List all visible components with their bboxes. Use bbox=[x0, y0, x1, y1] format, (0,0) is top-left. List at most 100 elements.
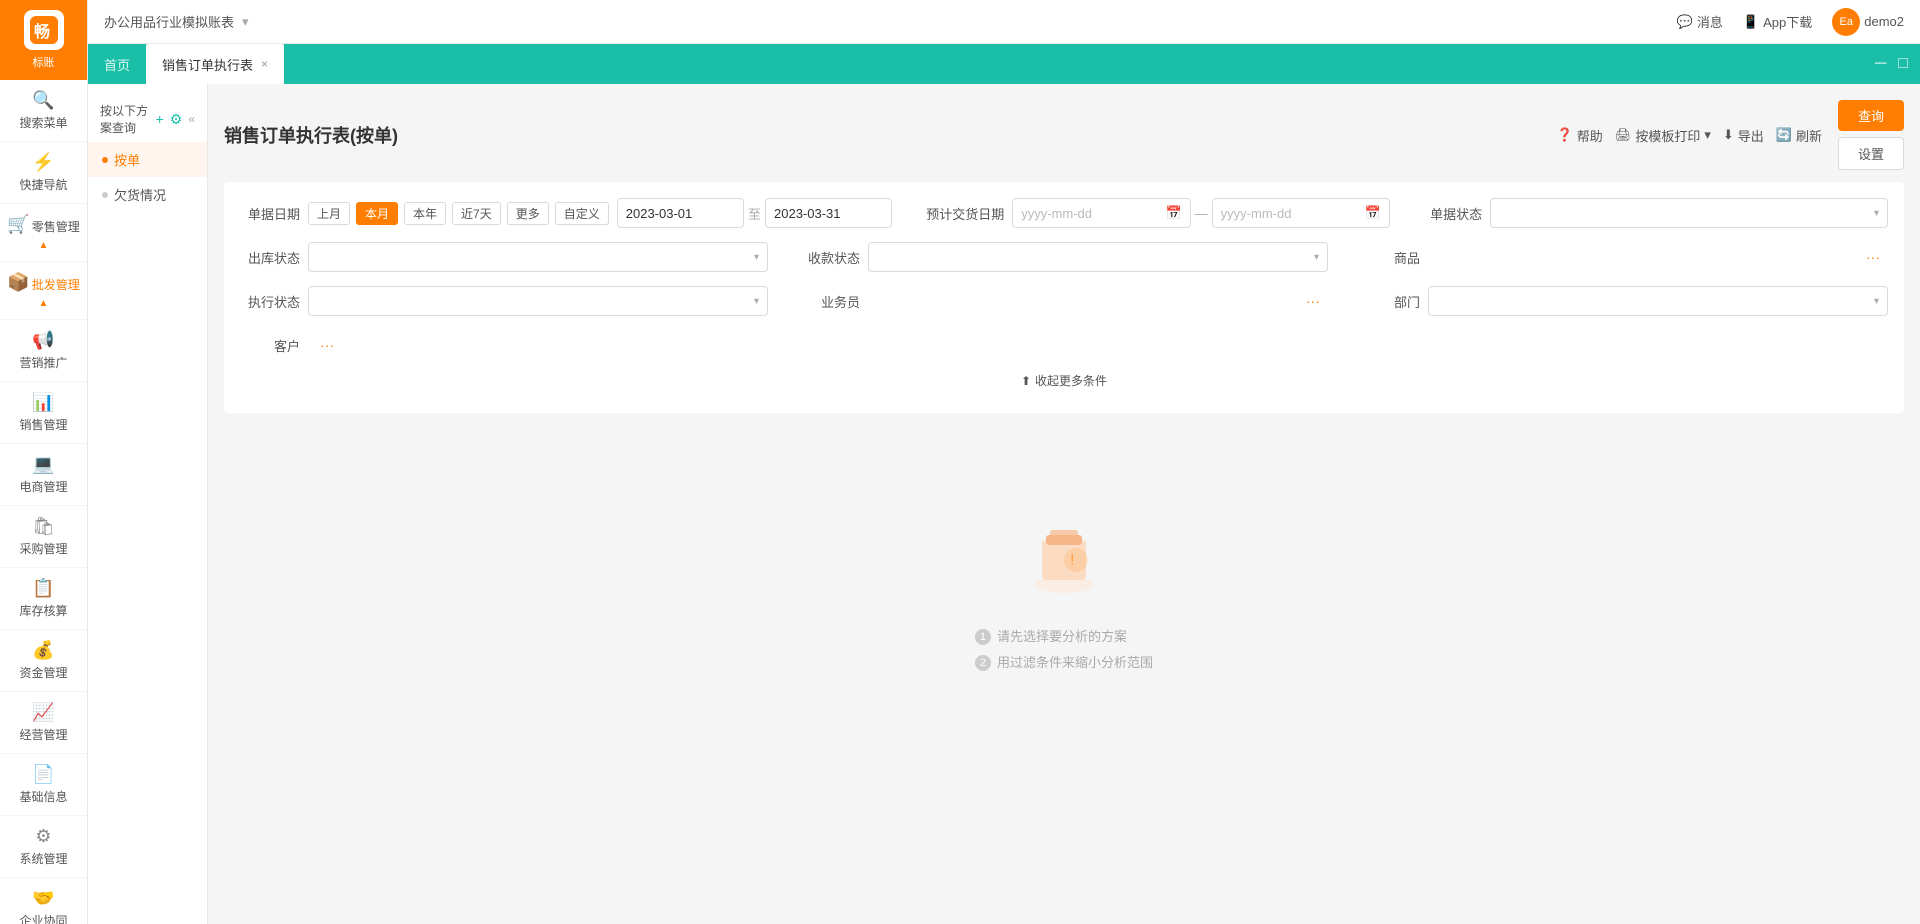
export-label: 导出 bbox=[1738, 126, 1764, 145]
sidebar-item-marketing[interactable]: 📢 营销推广 bbox=[0, 320, 87, 382]
tab-sales-order[interactable]: 销售订单执行表 × bbox=[146, 44, 284, 84]
help-icon: ❓ bbox=[1557, 127, 1573, 143]
sidebar-item-system[interactable]: ⚙ 系统管理 bbox=[0, 816, 87, 878]
sales-icon: 📊 bbox=[32, 392, 54, 413]
filter-expected-date-item: 预计交货日期 yyyy-mm-dd 📅 — yyyy-mm-dd 📅 bbox=[924, 198, 1390, 228]
refresh-label: 刷新 bbox=[1796, 126, 1822, 145]
export-btn[interactable]: ⬇ 导出 bbox=[1723, 126, 1764, 145]
purchase-icon: 🛍 bbox=[32, 516, 55, 537]
tab-home[interactable]: 首页 bbox=[88, 44, 146, 84]
user-profile-btn[interactable]: Ea demo2 bbox=[1832, 8, 1904, 36]
refresh-btn[interactable]: 🔄 刷新 bbox=[1776, 126, 1822, 145]
scheme-item-shortage[interactable]: 欠货情况 bbox=[88, 177, 207, 212]
sidebar-item-ecommerce[interactable]: 💻 电商管理 bbox=[0, 444, 87, 506]
exec-status-label: 执行状态 bbox=[240, 292, 300, 311]
query-button[interactable]: 查询 bbox=[1838, 100, 1904, 131]
tab-close-icon[interactable]: × bbox=[261, 57, 268, 71]
message-btn[interactable]: 💬 消息 bbox=[1677, 12, 1723, 31]
settings-button[interactable]: 设置 bbox=[1838, 137, 1904, 170]
tab-bar: 首页 销售订单执行表 × ─ □ bbox=[88, 44, 1920, 84]
sidebar-collapse-btn[interactable]: « bbox=[188, 111, 195, 128]
help-btn[interactable]: ❓ 帮助 bbox=[1557, 126, 1603, 145]
sidebar-item-purchase[interactable]: 🛍 采购管理 bbox=[0, 506, 87, 568]
out-status-select[interactable] bbox=[308, 242, 768, 272]
collab-icon: 🤝 bbox=[32, 888, 54, 909]
order-status-select[interactable] bbox=[1490, 198, 1888, 228]
sidebar-item-quick-nav-label: 快捷导航 bbox=[19, 176, 67, 193]
sidebar-item-inventory-label: 库存核算 bbox=[19, 602, 67, 619]
sidebar-item-search[interactable]: 🔍 搜索菜单 bbox=[0, 80, 87, 142]
date-quick-btns: 上月 本月 本年 近7天 更多 自定义 bbox=[308, 202, 609, 225]
salesman-ellipsis-icon[interactable]: ··· bbox=[1306, 293, 1320, 309]
date-start-input[interactable]: 2023-03-01 bbox=[617, 198, 744, 228]
basic-info-icon: 📄 bbox=[32, 764, 54, 785]
sidebar-item-sales-label: 销售管理 bbox=[19, 416, 67, 433]
sidebar-item-basic-info[interactable]: 📄 基础信息 bbox=[0, 754, 87, 816]
collapse-btn[interactable]: ⬆ 收起更多条件 bbox=[1009, 368, 1119, 393]
sidebar-item-collab[interactable]: 🤝 企业协同 bbox=[0, 878, 87, 924]
order-status-arrow-icon bbox=[1874, 207, 1879, 219]
date-custom-btn[interactable]: 自定义 bbox=[555, 202, 609, 225]
inner-sidebar-header: 按以下方案查询 + ⚙ « bbox=[88, 92, 207, 142]
retail-icon: 🛒 bbox=[7, 214, 29, 235]
date-this-year-btn[interactable]: 本年 bbox=[404, 202, 446, 225]
sidebar-item-ecommerce-label: 电商管理 bbox=[19, 478, 67, 495]
date-more-btn[interactable]: 更多 bbox=[507, 202, 549, 225]
goods-select[interactable]: ··· bbox=[1428, 242, 1888, 272]
sidebar-item-inventory[interactable]: 📋 库存核算 bbox=[0, 568, 87, 630]
filter-goods-item: 商品 ··· bbox=[1360, 242, 1888, 272]
print-btn[interactable]: 🖨 按模板打印 ▾ bbox=[1615, 126, 1711, 145]
top-bar-arrow-icon[interactable]: ▾ bbox=[242, 14, 249, 30]
salesman-select[interactable]: ··· bbox=[868, 286, 1328, 316]
customer-ellipsis-icon[interactable]: ··· bbox=[320, 337, 334, 353]
tip-num-2: 2 bbox=[975, 655, 991, 671]
expected-date-end-input[interactable]: yyyy-mm-dd 📅 bbox=[1212, 198, 1390, 228]
date-this-month-btn[interactable]: 本月 bbox=[356, 202, 398, 225]
sidebar-item-retail-label: 零售管理 bbox=[32, 218, 80, 235]
quick-nav-icon: ⚡ bbox=[32, 152, 54, 173]
sidebar-item-sales[interactable]: 📊 销售管理 bbox=[0, 382, 87, 444]
dept-label: 部门 bbox=[1360, 292, 1420, 311]
tip-row-2: 2 用过滤条件来缩小分析范围 bbox=[975, 650, 1153, 676]
sidebar-item-retail[interactable]: 🛒 零售管理 ▲ bbox=[0, 204, 87, 262]
scheme-item-by-order[interactable]: 按单 bbox=[88, 142, 207, 177]
tab-maximize-btn[interactable]: □ bbox=[1894, 51, 1912, 77]
customer-select[interactable]: ··· bbox=[308, 330, 568, 360]
filter-out-status-item: 出库状态 bbox=[240, 242, 768, 272]
date-7days-btn[interactable]: 近7天 bbox=[452, 202, 501, 225]
app-download-btn[interactable]: 📱 App下载 bbox=[1743, 12, 1812, 31]
inner-sidebar-actions: + ⚙ « bbox=[156, 111, 195, 128]
dept-select[interactable] bbox=[1428, 286, 1888, 316]
exec-status-select[interactable] bbox=[308, 286, 768, 316]
empty-state: ! 1 请先选择要分析的方案 2 用过滤条件来缩小分析范围 bbox=[224, 425, 1904, 756]
exec-status-arrow-icon bbox=[754, 295, 759, 307]
collapse-row: ⬆ 收起更多条件 bbox=[240, 364, 1888, 397]
tab-minimize-btn[interactable]: ─ bbox=[1871, 51, 1890, 77]
expected-date-start-input[interactable]: yyyy-mm-dd 📅 bbox=[1012, 198, 1190, 228]
sidebar-item-finance[interactable]: 💰 资金管理 bbox=[0, 630, 87, 692]
scheme-settings-btn[interactable]: ⚙ bbox=[170, 111, 183, 128]
tab-home-label: 首页 bbox=[104, 55, 130, 74]
app-download-icon: 📱 bbox=[1743, 14, 1759, 30]
sidebar-item-collab-label: 企业协同 bbox=[19, 912, 67, 924]
goods-ellipsis-icon[interactable]: ··· bbox=[1866, 249, 1880, 265]
top-bar-right: 💬 消息 📱 App下载 Ea demo2 bbox=[1677, 8, 1904, 36]
sidebar-item-finance-label: 资金管理 bbox=[19, 664, 67, 681]
date-last-month-btn[interactable]: 上月 bbox=[308, 202, 350, 225]
top-bar-title: 办公用品行业模拟账表 bbox=[104, 12, 234, 31]
filter-customer-item: 客户 ··· bbox=[240, 330, 1888, 360]
tip-num-1: 1 bbox=[975, 629, 991, 645]
sidebar-item-quick-nav[interactable]: ⚡ 快捷导航 bbox=[0, 142, 87, 204]
sidebar-item-operations[interactable]: 📈 经营管理 bbox=[0, 692, 87, 754]
main-area: 办公用品行业模拟账表 ▾ 💬 消息 📱 App下载 Ea demo2 首页 bbox=[88, 0, 1920, 924]
collect-status-select[interactable] bbox=[868, 242, 1328, 272]
operations-icon: 📈 bbox=[32, 702, 54, 723]
app-logo[interactable]: 畅 标账 bbox=[0, 0, 87, 80]
top-bar: 办公用品行业模拟账表 ▾ 💬 消息 📱 App下载 Ea demo2 bbox=[88, 0, 1920, 44]
collapse-label: 收起更多条件 bbox=[1035, 372, 1107, 389]
inventory-icon: 📋 bbox=[32, 578, 54, 599]
add-scheme-btn[interactable]: + bbox=[156, 111, 164, 128]
date-end-input[interactable]: 2023-03-31 bbox=[765, 198, 892, 228]
inner-main: 销售订单执行表(按单) ❓ 帮助 🖨 按模板打印 ▾ ⬇ bbox=[208, 84, 1920, 924]
sidebar-item-wholesale[interactable]: 📦 批发管理 ▲ bbox=[0, 262, 87, 320]
